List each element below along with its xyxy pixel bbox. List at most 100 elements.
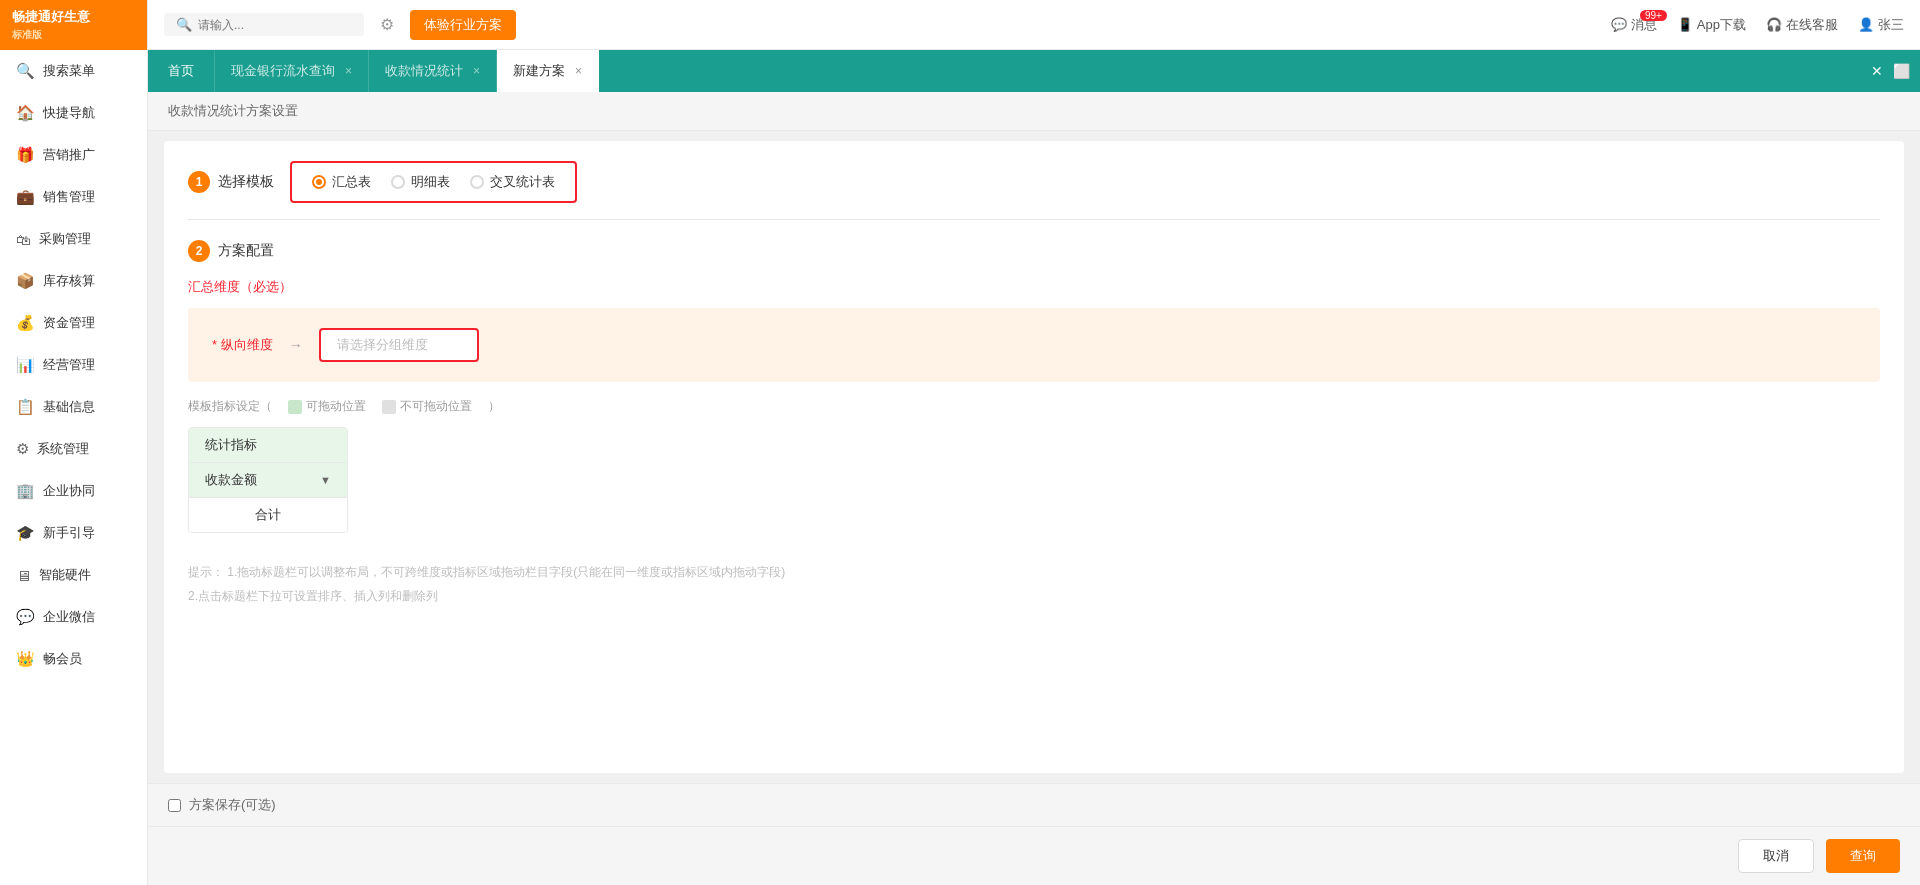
radio-detail[interactable]: 明细表 [391, 173, 450, 191]
sidebar-item-label: 企业协同 [43, 482, 95, 500]
radio-summary-circle [312, 175, 326, 189]
notification-bell[interactable]: 💬 消息 99+ [1611, 16, 1657, 34]
step2-header: 2 方案配置 [188, 240, 1880, 262]
tab-receipt-stat[interactable]: 收款情况统计 × [369, 50, 497, 92]
main-area: 🔍 ⚙ 体验行业方案 💬 消息 99+ 📱 App下载 🎧 在线客服 👤 张三 [148, 0, 1920, 885]
search-box[interactable]: 🔍 [164, 13, 364, 36]
metrics-col-label: 收款金额 [205, 471, 257, 489]
sidebar-item-wechat[interactable]: 💬 企业微信 [0, 596, 147, 638]
stat-label: 统计指标 [205, 436, 257, 454]
industry-btn[interactable]: 体验行业方案 [410, 10, 516, 40]
sidebar-item-purchase[interactable]: 🛍 采购管理 [0, 218, 147, 260]
tabbar: 首页 现金银行流水查询 × 收款情况统计 × 新建方案 × ✕ ⬜ [148, 50, 1920, 92]
radio-detail-label: 明细表 [411, 173, 450, 191]
undraggable-dot [382, 400, 396, 414]
sidebar-item-basic-info[interactable]: 📋 基础信息 [0, 386, 147, 428]
sidebar-item-capital[interactable]: 💰 资金管理 [0, 302, 147, 344]
sidebar-item-label: 系统管理 [37, 440, 89, 458]
home-icon: 🏠 [16, 104, 35, 122]
radio-cross-label: 交叉统计表 [490, 173, 555, 191]
sidebar-item-label: 基础信息 [43, 398, 95, 416]
sidebar-logo: 畅捷通好生意 标准版 [0, 0, 147, 50]
close-bank-flow-icon[interactable]: × [345, 64, 352, 78]
download-label: App下载 [1697, 16, 1746, 34]
plan-save-checkbox[interactable] [168, 799, 181, 812]
sidebar-item-smart-hw[interactable]: 🖥 智能硬件 [0, 554, 147, 596]
radio-summary[interactable]: 汇总表 [312, 173, 371, 191]
sidebar-item-member[interactable]: 👑 畅会员 [0, 638, 147, 680]
gift-icon: 🎁 [16, 146, 35, 164]
sidebar-item-label: 营销推广 [43, 146, 95, 164]
headset-icon: 🎧 [1766, 17, 1782, 32]
sidebar-item-enterprise[interactable]: 🏢 企业协同 [0, 470, 147, 512]
draggable-dot [288, 400, 302, 414]
sidebar-item-system[interactable]: ⚙ 系统管理 [0, 428, 147, 470]
maximize-icon[interactable]: ⬜ [1893, 63, 1910, 79]
app-download[interactable]: 📱 App下载 [1677, 16, 1746, 34]
sidebar-item-sales[interactable]: 💼 销售管理 [0, 176, 147, 218]
close-receipt-stat-icon[interactable]: × [473, 64, 480, 78]
sidebar-item-label: 畅会员 [43, 650, 82, 668]
sidebar-item-label: 新手引导 [43, 524, 95, 542]
step2-num: 2 [188, 240, 210, 262]
sidebar-item-newbie[interactable]: 🎓 新手引导 [0, 512, 147, 554]
metrics-hint: 模板指标设定（ 可拖动位置 不可拖动位置 ） [188, 398, 1880, 415]
bag-icon: 🛍 [16, 231, 31, 248]
graduation-icon: 🎓 [16, 524, 35, 542]
radio-summary-label: 汇总表 [332, 173, 371, 191]
sidebar-item-label: 经营管理 [43, 356, 95, 374]
close-new-plan-icon[interactable]: × [575, 64, 582, 78]
dim-selector-dropdown[interactable]: 请选择分组维度 [319, 328, 479, 362]
sidebar-item-marketing[interactable]: 🎁 营销推广 [0, 134, 147, 176]
plan-save-label[interactable]: 方案保存(可选) [189, 796, 276, 814]
sidebar-item-label: 企业微信 [43, 608, 95, 626]
sidebar-item-inventory[interactable]: 📦 库存核算 [0, 260, 147, 302]
sidebar-item-label: 资金管理 [43, 314, 95, 332]
plan-save-row: 方案保存(可选) [148, 783, 1920, 826]
logo-name: 畅捷通好生意 [12, 8, 90, 26]
tab-home[interactable]: 首页 [148, 50, 215, 92]
user-icon: 👤 [1858, 17, 1874, 32]
query-button[interactable]: 查询 [1826, 839, 1900, 873]
money-icon: 💰 [16, 314, 35, 332]
sidebar-item-search-menu[interactable]: 🔍 搜索菜单 [0, 50, 147, 92]
sidebar-item-label: 采购管理 [39, 230, 91, 248]
topbar-right: 💬 消息 99+ 📱 App下载 🎧 在线客服 👤 张三 [1611, 16, 1904, 34]
metrics-row-total: 合计 [189, 498, 347, 532]
metrics-col-header[interactable]: 收款金额 ▼ [189, 463, 347, 498]
vertical-dim-row: * 纵向维度 → 请选择分组维度 [212, 328, 479, 362]
monitor-icon: 🖥 [16, 567, 31, 584]
step2-title: 方案配置 [218, 242, 274, 260]
radio-cross[interactable]: 交叉统计表 [470, 173, 555, 191]
vertical-dim-label: * 纵向维度 [212, 336, 273, 354]
dim-selector-placeholder: 请选择分组维度 [337, 336, 428, 354]
tabbar-actions: ✕ ⬜ [1871, 63, 1920, 79]
search-menu-icon: 🔍 [16, 62, 35, 80]
online-service[interactable]: 🎧 在线客服 [1766, 16, 1838, 34]
tab-bank-flow[interactable]: 现金银行流水查询 × [215, 50, 369, 92]
building-icon: 🏢 [16, 482, 35, 500]
close-all-icon[interactable]: ✕ [1871, 63, 1883, 79]
arrow-right-icon: → [289, 337, 303, 353]
sidebar-item-label: 智能硬件 [39, 566, 91, 584]
search-input[interactable] [198, 18, 328, 32]
crown-icon: 👑 [16, 650, 35, 668]
footer-bar: 取消 查询 [148, 826, 1920, 885]
sidebar: 畅捷通好生意 标准版 🔍 搜索菜单 🏠 快捷导航 🎁 营销推广 💼 销售管理 🛍… [0, 0, 148, 885]
cancel-button[interactable]: 取消 [1738, 839, 1814, 873]
radio-cross-circle [470, 175, 484, 189]
sidebar-item-operation[interactable]: 📊 经营管理 [0, 344, 147, 386]
tab-new-plan[interactable]: 新建方案 × [497, 50, 599, 92]
gear-settings-icon[interactable]: ⚙ [380, 15, 394, 34]
metrics-table-header: 统计指标 [189, 428, 347, 463]
search-icon: 🔍 [176, 17, 192, 32]
undraggable-label: 不可拖动位置 [400, 398, 472, 415]
step1-title: 选择模板 [218, 173, 274, 191]
breadcrumb: 收款情况统计方案设置 [148, 92, 1920, 131]
metrics-table: 统计指标 收款金额 ▼ 合计 [188, 427, 348, 533]
metrics-label: 模板指标设定（ [188, 398, 272, 415]
dimension-area: * 纵向维度 → 请选择分组维度 [188, 308, 1880, 382]
step1-num: 1 [188, 171, 210, 193]
sidebar-item-quick-nav[interactable]: 🏠 快捷导航 [0, 92, 147, 134]
user-info[interactable]: 👤 张三 [1858, 16, 1904, 34]
